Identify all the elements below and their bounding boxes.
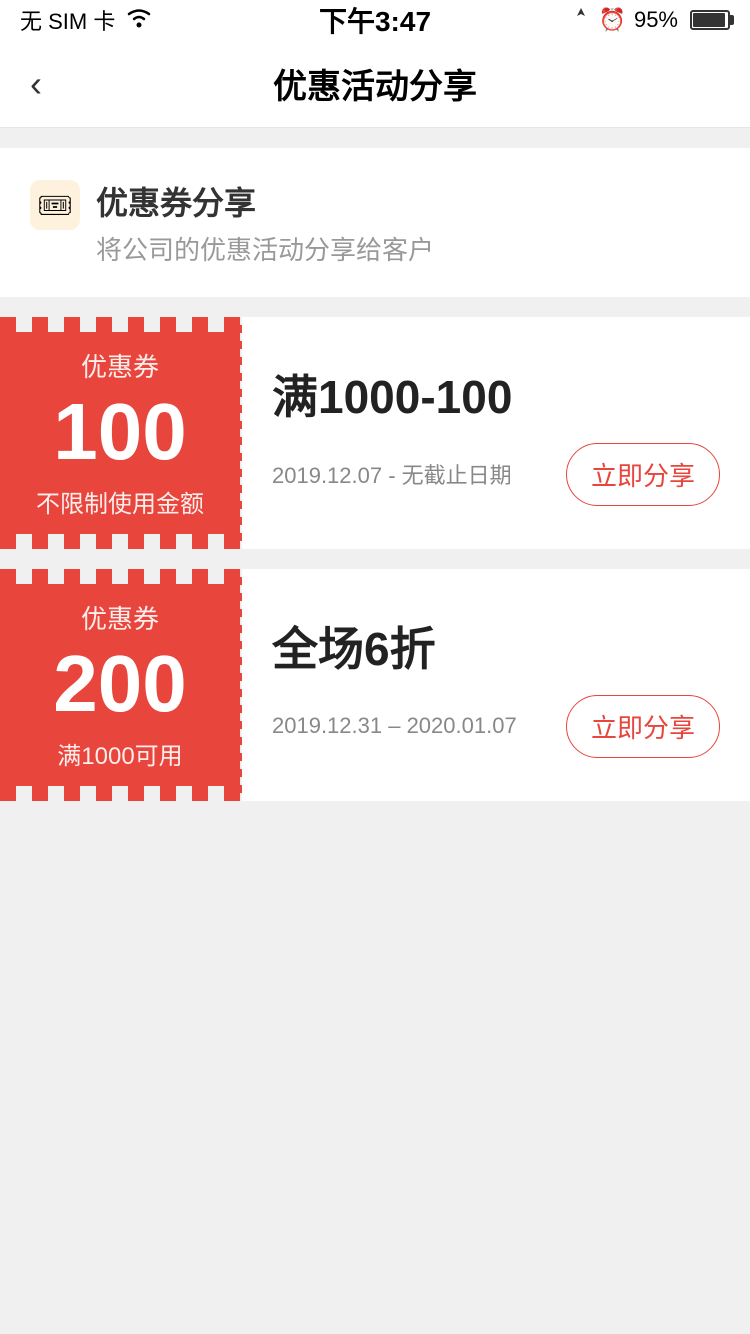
coupon-card-2: 优惠券 200 满1000可用 全场6折 2019.12.31 – 2020.0… <box>0 569 750 801</box>
bottom-area <box>0 821 750 1321</box>
coupon-label-1: 优惠券 <box>81 347 159 384</box>
section-text: 优惠券分享 将公司的优惠活动分享给客户 <box>96 178 434 267</box>
battery-label: 95% <box>634 7 678 33</box>
section-subtitle: 将公司的优惠活动分享给客户 <box>96 230 434 267</box>
coupon-amount-1: 100 <box>53 392 186 472</box>
coupon-condition-1: 不限制使用金额 <box>36 484 204 519</box>
coupon-left-1: 优惠券 100 不限制使用金额 <box>0 317 240 549</box>
coupon-condition-2: 满1000可用 <box>57 736 182 771</box>
nav-bar: ‹ 优惠活动分享 <box>0 40 750 128</box>
coupon-list: 优惠券 100 不限制使用金额 满1000-100 2019.12.07 - 无… <box>0 317 750 821</box>
coupon-title-1: 满1000-100 <box>272 361 720 427</box>
back-button[interactable]: ‹ <box>30 63 42 105</box>
share-button-2[interactable]: 立即分享 <box>566 695 720 758</box>
coupon-meta-2: 2019.12.31 – 2020.01.07 立即分享 <box>272 695 720 758</box>
coupon-amount-2: 200 <box>53 644 186 724</box>
coupon-label-2: 优惠券 <box>81 599 159 636</box>
coupon-right-2: 全场6折 2019.12.31 – 2020.01.07 立即分享 <box>242 569 750 801</box>
status-bar: 无 SIM 卡 下午3:47 ⏰ 95% <box>0 0 750 40</box>
coupon-date-2: 2019.12.31 – 2020.01.07 <box>272 713 556 739</box>
status-time: 下午3:47 <box>319 0 431 40</box>
section-title: 优惠券分享 <box>96 178 434 224</box>
section-header: 🎟 优惠券分享 将公司的优惠活动分享给客户 <box>0 148 750 297</box>
coupon-meta-1: 2019.12.07 - 无截止日期 立即分享 <box>272 443 720 506</box>
share-button-1[interactable]: 立即分享 <box>566 443 720 506</box>
battery-icon <box>690 10 730 30</box>
svg-text:🎟: 🎟 <box>37 190 73 221</box>
location-icon <box>571 6 591 34</box>
alarm-icon: ⏰ <box>599 7 626 33</box>
status-left: 无 SIM 卡 <box>20 4 153 36</box>
coupon-share-icon: 🎟 <box>30 180 80 230</box>
coupon-right-1: 满1000-100 2019.12.07 - 无截止日期 立即分享 <box>242 317 750 549</box>
wifi-icon <box>125 6 153 34</box>
coupon-left-2: 优惠券 200 满1000可用 <box>0 569 240 801</box>
coupon-date-1: 2019.12.07 - 无截止日期 <box>272 458 556 490</box>
coupon-title-2: 全场6折 <box>272 613 720 679</box>
coupon-card-1: 优惠券 100 不限制使用金额 满1000-100 2019.12.07 - 无… <box>0 317 750 549</box>
carrier-label: 无 SIM 卡 <box>20 4 115 36</box>
page-title: 优惠活动分享 <box>273 59 477 108</box>
status-right: ⏰ 95% <box>571 6 730 34</box>
